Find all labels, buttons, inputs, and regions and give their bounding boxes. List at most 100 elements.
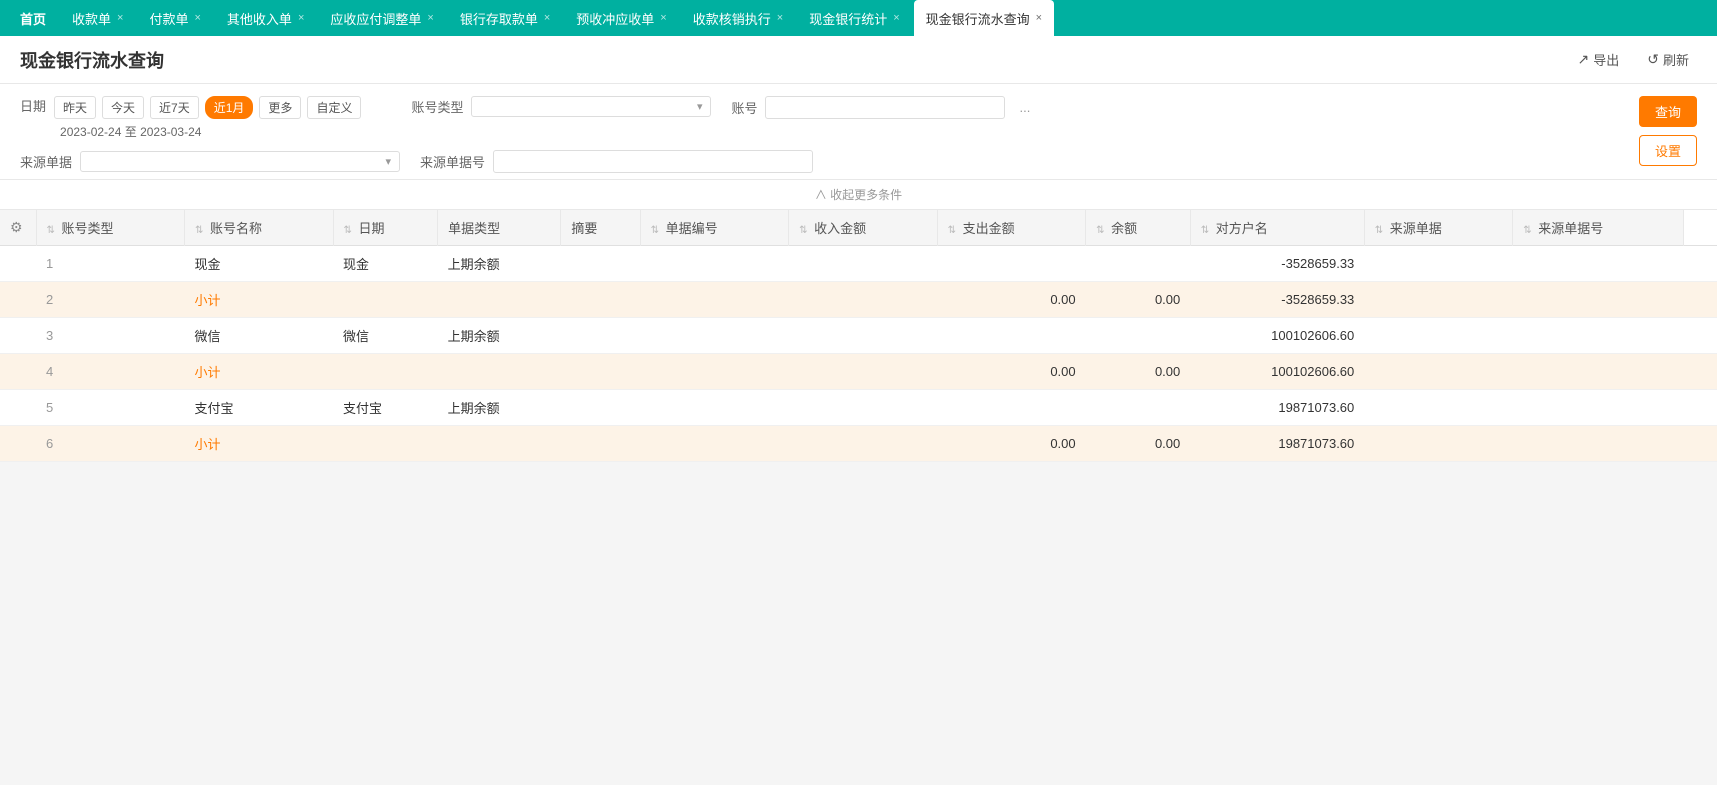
account-name-cell [333,354,438,390]
date-more[interactable]: 更多 [259,96,301,119]
col-doc-type[interactable]: 单据类型 [438,210,561,246]
account-type-select[interactable]: ▾ [471,96,711,117]
col-expense[interactable]: ⇅ 支出金额 [937,210,1086,246]
source-doc-no-cell [1683,318,1717,354]
col-summary-label: 摘要 [571,221,597,236]
account-type-cell: 小计 [185,354,334,390]
date-today[interactable]: 今天 [102,96,144,119]
nav-receipt-verify-label: 收款核销执行 [693,9,771,28]
source-doc-no-cell [1683,390,1717,426]
table-row: 6小计0.000.0019871073.60 [0,426,1717,462]
nav-cash-bank-stat-close[interactable]: × [893,12,899,24]
row-num: 5 [36,390,185,426]
col-source-doc-no[interactable]: ⇅ 来源单据号 [1513,210,1683,246]
nav-other-income-close[interactable]: × [298,12,304,24]
col-summary[interactable]: 摘要 [561,210,640,246]
nav-receipt-verify-close[interactable]: × [777,12,783,24]
expense-cell: 0.00 [1086,354,1191,390]
source-doc-cell [1513,318,1683,354]
nav-payment-close[interactable]: × [194,12,200,24]
source-doc-no-label: 来源单据号 [420,152,485,171]
date-1month[interactable]: 近1月 [205,96,254,119]
balance-cell: 100102606.60 [1190,354,1364,390]
nav-home[interactable]: 首页 [8,0,58,36]
table-header-row: ⚙ ⇅ 账号类型 ⇅ 账号名称 ⇅ 日期 单据类型 摘要 [0,210,1717,246]
nav-receipt-verify[interactable]: 收款核销执行 × [681,0,795,36]
counterparty-cell [1364,390,1513,426]
source-doc-cell [1513,390,1683,426]
col-counterparty[interactable]: ⇅ 对方户名 [1190,210,1364,246]
query-button[interactable]: 查询 [1639,96,1697,127]
sort-expense-icon: ⇅ [948,225,956,236]
nav-advance-ar-label: 预收冲应收单 [576,9,654,28]
sort-date-icon: ⇅ [344,225,352,236]
doc-no-cell [789,282,938,318]
source-doc-no-input[interactable] [493,150,813,173]
doc-type-cell [561,318,640,354]
balance-cell: -3528659.33 [1190,246,1364,282]
date-7days[interactable]: 近7天 [150,96,199,119]
income-cell: 0.00 [937,426,1086,462]
account-type-cell: 小计 [185,426,334,462]
col-doc-type-label: 单据类型 [448,221,500,236]
date-range: 2023-02-24 至 2023-03-24 [60,123,361,140]
source-doc-cell [1513,426,1683,462]
gear-icon: ⚙ [10,219,23,235]
col-date[interactable]: ⇅ 日期 [333,210,438,246]
nav-cash-bank-query-close[interactable]: × [1036,12,1042,24]
row-settings-col [0,246,36,282]
date-cell: 上期余额 [438,246,561,282]
nav-other-income[interactable]: 其他收入单 × [215,0,316,36]
nav-advance-ar-close[interactable]: × [660,12,666,24]
account-input[interactable] [765,96,1005,119]
date-custom[interactable]: 自定义 [307,96,361,119]
doc-type-cell [561,354,640,390]
counterparty-cell [1364,282,1513,318]
date-cell: 上期余额 [438,390,561,426]
col-account-type[interactable]: ⇅ 账号类型 [36,210,185,246]
col-balance[interactable]: ⇅ 余额 [1086,210,1191,246]
nav-receipt[interactable]: 收款单 × [60,0,135,36]
settings-col-header[interactable]: ⚙ [0,210,36,246]
col-date-label: 日期 [359,221,385,236]
col-counterparty-label: 对方户名 [1216,221,1268,236]
col-source-doc[interactable]: ⇅ 来源单据 [1364,210,1513,246]
source-doc-cell [1513,246,1683,282]
collapse-arrow-icon: ∧ [815,188,830,202]
nav-cash-bank-stat[interactable]: 现金银行统计 × [797,0,911,36]
filter-section: 日期 昨天 今天 近7天 近1月 更多 自定义 2023-02-24 至 202… [0,84,1717,180]
export-button[interactable]: ↗ 导出 [1570,46,1628,73]
nav-ar-ap-adjust[interactable]: 应收应付调整单 × [318,0,445,36]
date-yesterday[interactable]: 昨天 [54,96,96,119]
source-doc-label: 来源单据 [20,152,72,171]
balance-cell: 100102606.60 [1190,318,1364,354]
nav-ar-ap-adjust-close[interactable]: × [427,12,433,24]
col-doc-no[interactable]: ⇅ 单据编号 [640,210,789,246]
doc-no-cell [789,390,938,426]
table-row: 4小计0.000.00100102606.60 [0,354,1717,390]
nav-payment[interactable]: 付款单 × [137,0,212,36]
nav-bank-deposit[interactable]: 银行存取款单 × [448,0,562,36]
nav-other-income-label: 其他收入单 [227,9,292,28]
counterparty-cell [1364,426,1513,462]
source-doc-no-cell [1683,354,1717,390]
income-cell [937,390,1086,426]
refresh-button[interactable]: ↺ 刷新 [1639,46,1697,73]
nav-bank-deposit-close[interactable]: × [544,12,550,24]
collapse-label: 收起更多条件 [830,188,902,202]
col-income[interactable]: ⇅ 收入金额 [789,210,938,246]
nav-cash-bank-stat-label: 现金银行统计 [809,9,887,28]
sort-counterparty-icon: ⇅ [1201,225,1209,236]
summary-cell [640,390,789,426]
account-type-label: 账号类型 [411,97,463,116]
settings-button[interactable]: 设置 [1639,135,1697,166]
nav-advance-ar[interactable]: 预收冲应收单 × [564,0,678,36]
source-doc-cell [1513,354,1683,390]
col-account-name[interactable]: ⇅ 账号名称 [185,210,334,246]
account-more-button[interactable]: ... [1013,97,1036,118]
account-type-cell: 现金 [185,246,334,282]
source-doc-select[interactable]: ▾ [80,151,400,172]
nav-receipt-close[interactable]: × [117,12,123,24]
nav-cash-bank-query[interactable]: 现金银行流水查询 × [914,0,1054,36]
collapse-bar[interactable]: ∧ 收起更多条件 [0,180,1717,210]
